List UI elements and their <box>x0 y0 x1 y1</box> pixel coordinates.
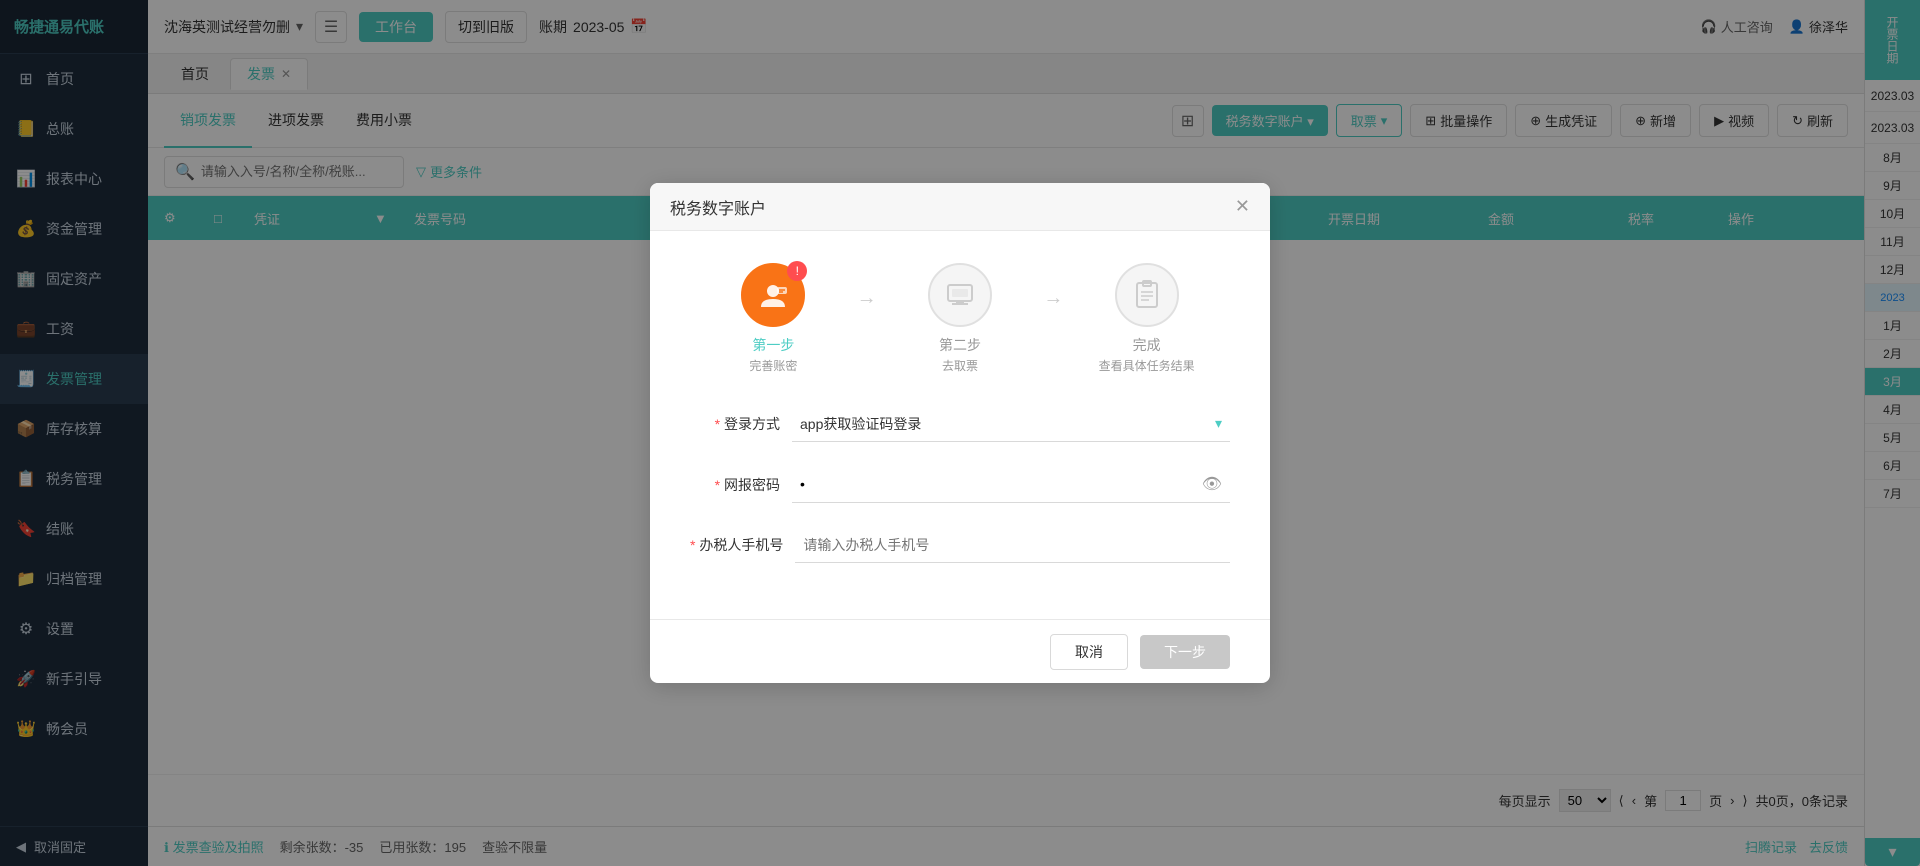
step-1-desc: 完善账密 <box>749 357 797 374</box>
modal-overlay: 税务数字账户 ✕ ! <box>0 0 1920 866</box>
tax-digital-modal: 税务数字账户 ✕ ! <box>650 183 1270 683</box>
cancel-button[interactable]: 取消 <box>1050 634 1128 670</box>
login-method-arrow-icon: ▾ <box>1215 415 1222 432</box>
step-1-circle: ! <box>741 263 805 327</box>
modal-body: ! 第一步 完善账密 → <box>650 231 1270 619</box>
modal-footer: 取消 下一步 <box>650 619 1270 683</box>
form-password: * 网报密码 👁 <box>690 466 1230 503</box>
step-1: ! 第一步 完善账密 <box>690 263 857 374</box>
login-method-label: * 登录方式 <box>690 414 780 434</box>
step-arrow-2: → <box>1043 263 1063 310</box>
step-2-title: 第二步 <box>939 335 981 355</box>
login-method-value: app获取验证码登录 <box>800 414 921 434</box>
next-button[interactable]: 下一步 <box>1140 635 1230 669</box>
modal-close-button[interactable]: ✕ <box>1235 196 1250 217</box>
step-2-desc: 去取票 <box>942 357 978 374</box>
password-eye-icon[interactable]: 👁 <box>1194 474 1230 494</box>
step-2-screen-icon <box>944 279 976 311</box>
step-arrow-1: → <box>857 263 877 310</box>
step-3-clipboard-icon <box>1131 279 1163 311</box>
step-1-person-icon <box>755 277 791 313</box>
step-1-title: 第一步 <box>752 335 794 355</box>
password-label: * 网报密码 <box>690 475 780 495</box>
login-method-select[interactable]: app获取验证码登录 ▾ <box>792 406 1230 442</box>
password-field-wrapper: 👁 <box>792 466 1230 503</box>
phone-label: * 办税人手机号 <box>690 535 783 555</box>
step-2: 第二步 去取票 <box>877 263 1044 374</box>
steps: ! 第一步 完善账密 → <box>690 263 1230 374</box>
form-login-method: * 登录方式 app获取验证码登录 ▾ <box>690 406 1230 442</box>
modal-header: 税务数字账户 ✕ <box>650 183 1270 231</box>
form-phone: * 办税人手机号 <box>690 527 1230 563</box>
modal-title: 税务数字账户 <box>670 195 766 219</box>
step-3: 完成 查看具体任务结果 <box>1063 263 1230 374</box>
step-3-title: 完成 <box>1133 335 1161 355</box>
step-3-desc: 查看具体任务结果 <box>1099 357 1195 374</box>
phone-input[interactable] <box>795 527 1230 563</box>
password-input[interactable] <box>792 466 1194 502</box>
step-3-circle <box>1115 263 1179 327</box>
step-1-error-badge: ! <box>787 261 807 281</box>
step-2-circle <box>928 263 992 327</box>
